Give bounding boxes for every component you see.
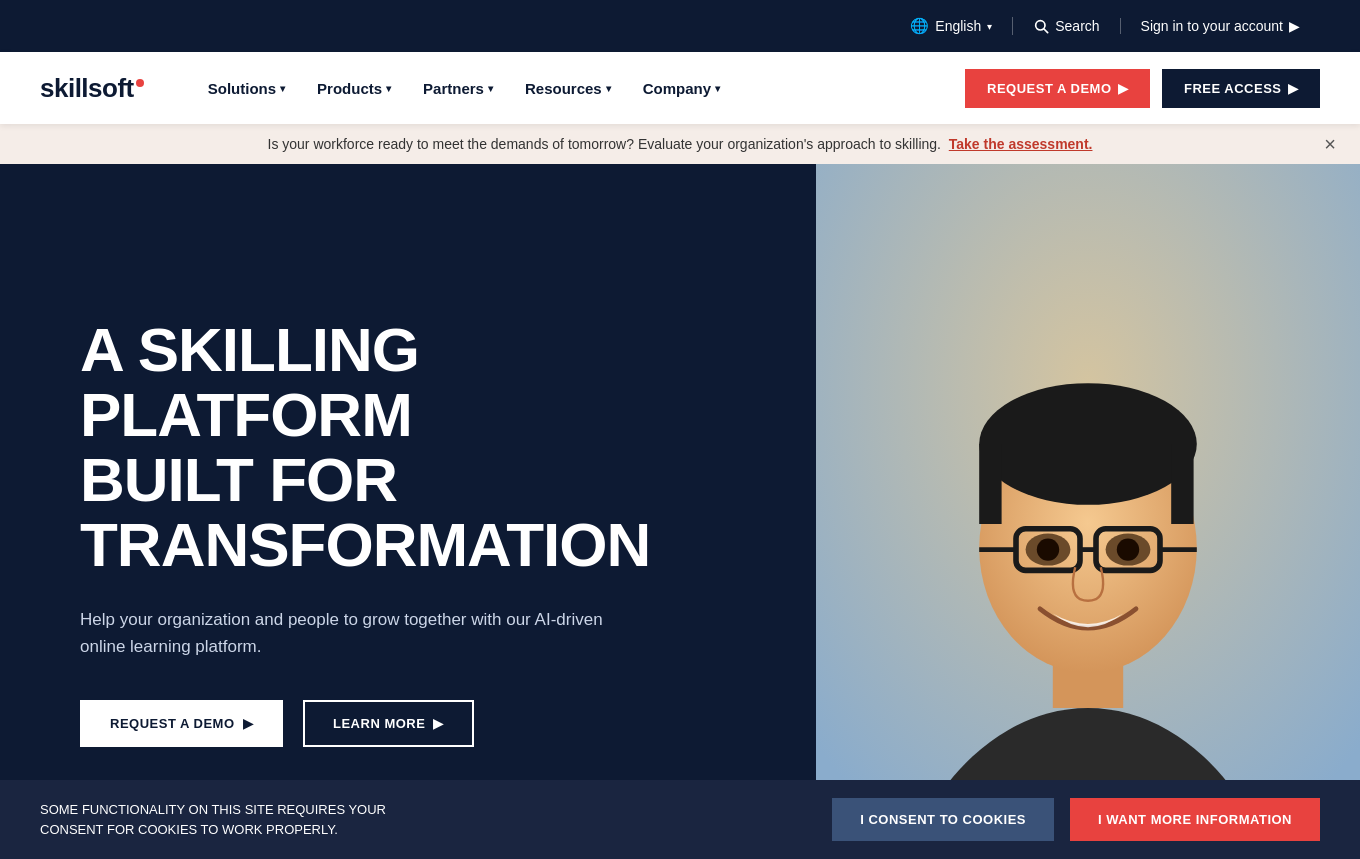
person-illustration — [816, 164, 1360, 859]
products-chevron-icon: ▾ — [386, 83, 391, 94]
hero-image — [816, 164, 1360, 859]
svg-rect-7 — [979, 444, 1001, 524]
nav-items: Solutions ▾ Products ▾ Partners ▾ Resour… — [194, 72, 965, 105]
search-icon — [1033, 18, 1049, 34]
hero-section: A SKILLING PLATFORM BUILT FOR TRANSFORMA… — [0, 164, 1360, 859]
language-label: English — [935, 18, 981, 34]
hero-title: A SKILLING PLATFORM BUILT FOR TRANSFORMA… — [80, 317, 756, 577]
logo[interactable]: skillsoft — [40, 73, 144, 104]
signin-label: Sign in to your account — [1141, 18, 1283, 34]
cookie-banner: SOME FUNCTIONALITY ON THIS SITE REQUIRES… — [0, 780, 1360, 859]
logo-text: skillsoft — [40, 73, 144, 104]
request-demo-button[interactable]: REQUEST A DEMO ▶ — [965, 69, 1150, 108]
svg-rect-8 — [1171, 444, 1193, 524]
hero-subtitle: Help your organization and people to gro… — [80, 606, 620, 660]
cookie-text: SOME FUNCTIONALITY ON THIS SITE REQUIRES… — [40, 800, 386, 839]
language-selector[interactable]: English ▾ — [890, 17, 1013, 35]
partners-label: Partners — [423, 80, 484, 97]
free-play-icon: ▶ — [1288, 81, 1299, 96]
search-button[interactable]: Search — [1013, 18, 1120, 34]
resources-label: Resources — [525, 80, 602, 97]
hero-learn-button[interactable]: LEARN MORE ▶ — [303, 700, 474, 747]
hero-content: A SKILLING PLATFORM BUILT FOR TRANSFORMA… — [0, 164, 816, 859]
announcement-link[interactable]: Take the assessment. — [949, 136, 1093, 152]
demo-play-icon: ▶ — [1118, 81, 1129, 96]
logo-dot — [136, 79, 144, 87]
resources-chevron-icon: ▾ — [606, 83, 611, 94]
solutions-label: Solutions — [208, 80, 276, 97]
free-label: FREE ACCESS — [1184, 81, 1281, 96]
free-access-button[interactable]: FREE ACCESS ▶ — [1162, 69, 1320, 108]
globe-icon — [910, 17, 929, 35]
svg-point-17 — [1117, 538, 1139, 560]
hero-demo-play-icon: ▶ — [243, 716, 254, 731]
announcement-close-button[interactable]: × — [1324, 134, 1336, 154]
nav-item-resources[interactable]: Resources ▾ — [511, 72, 625, 105]
more-info-button[interactable]: I WANT MORE INFORMATION — [1070, 798, 1320, 841]
announcement-text: Is your workforce ready to meet the dema… — [268, 136, 1093, 152]
hero-demo-button[interactable]: REQUEST A DEMO ▶ — [80, 700, 283, 747]
nav-item-products[interactable]: Products ▾ — [303, 72, 405, 105]
company-label: Company — [643, 80, 711, 97]
hero-learn-play-icon: ▶ — [433, 716, 444, 731]
search-label: Search — [1055, 18, 1099, 34]
signin-button[interactable]: Sign in to your account ▶ — [1121, 18, 1320, 34]
svg-line-1 — [1044, 29, 1048, 33]
svg-point-6 — [979, 383, 1197, 505]
top-bar: English ▾ Search Sign in to your account… — [0, 0, 1360, 52]
demo-label: REQUEST A DEMO — [987, 81, 1112, 96]
company-chevron-icon: ▾ — [715, 83, 720, 94]
solutions-chevron-icon: ▾ — [280, 83, 285, 94]
products-label: Products — [317, 80, 382, 97]
nav-item-company[interactable]: Company ▾ — [629, 72, 734, 105]
partners-chevron-icon: ▾ — [488, 83, 493, 94]
svg-point-16 — [1037, 538, 1059, 560]
nav-item-solutions[interactable]: Solutions ▾ — [194, 72, 299, 105]
cookie-buttons: I CONSENT TO COOKIES I WANT MORE INFORMA… — [832, 798, 1320, 841]
consent-button[interactable]: I CONSENT TO COOKIES — [832, 798, 1054, 841]
signin-arrow-icon: ▶ — [1289, 18, 1300, 34]
nav-ctas: REQUEST A DEMO ▶ FREE ACCESS ▶ — [965, 69, 1320, 108]
hero-buttons: REQUEST A DEMO ▶ LEARN MORE ▶ — [80, 700, 756, 747]
nav-item-partners[interactable]: Partners ▾ — [409, 72, 507, 105]
main-nav: skillsoft Solutions ▾ Products ▾ Partner… — [0, 52, 1360, 124]
announcement-bar: Is your workforce ready to meet the dema… — [0, 124, 1360, 164]
lang-chevron-icon: ▾ — [987, 21, 992, 32]
